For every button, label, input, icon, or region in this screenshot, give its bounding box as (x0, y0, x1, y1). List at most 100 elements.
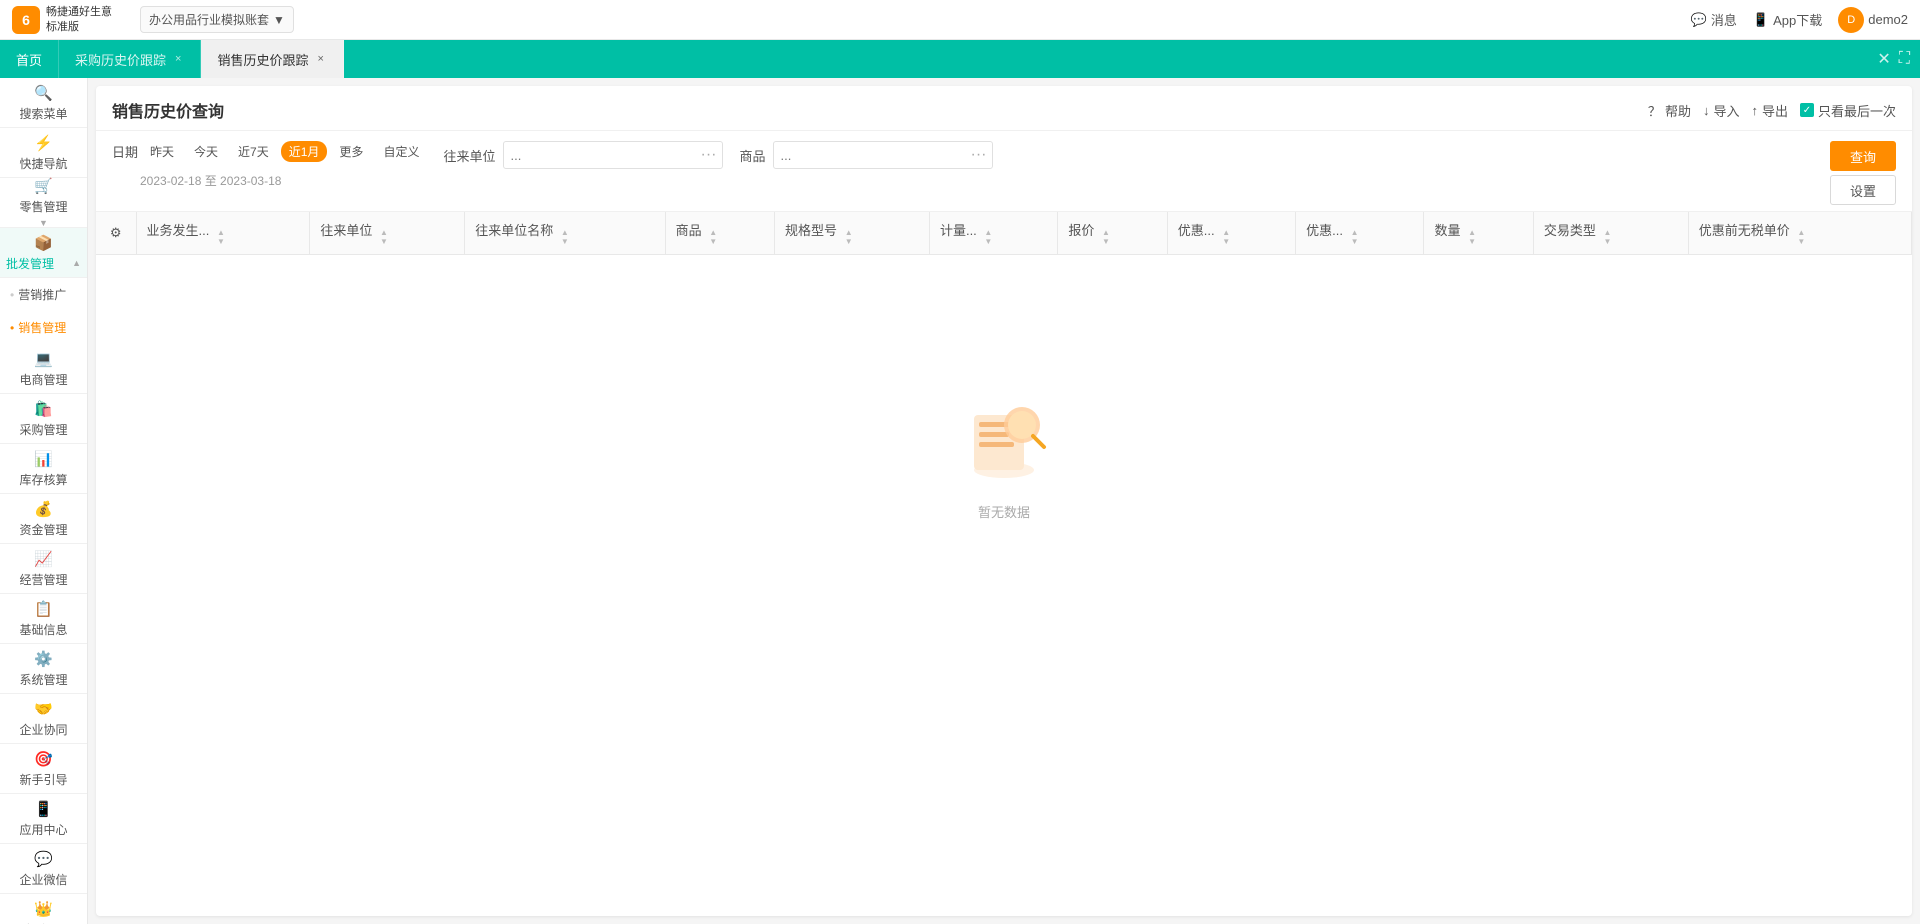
sidebar-item-ecom[interactable]: 💻 电商管理 (0, 344, 87, 394)
sort-counter-party: ▲▼ (380, 229, 388, 246)
app-download-icon: 📱 (1753, 12, 1769, 28)
th-pretax-price[interactable]: 优惠前无税单价 ▲▼ (1688, 212, 1911, 255)
sidebar-item-enterprise[interactable]: 🤝 企业协同 (0, 694, 87, 744)
data-table: ⚙ 业务发生... ▲▼ 往来单位 ▲▼ 往来单位名称 (96, 212, 1912, 255)
sidebar-subitem-sales[interactable]: • 销售管理 (0, 311, 87, 344)
tab-bar-actions: ✕ ⛶ (1877, 49, 1920, 69)
goods-input-wrapper[interactable]: ··· (773, 141, 993, 169)
user-menu[interactable]: D demo2 (1838, 7, 1908, 33)
date-btn-yesterday[interactable]: 昨天 (142, 141, 182, 162)
th-biz-date[interactable]: 业务发生... ▲▼ (136, 212, 310, 255)
corp-wechat-icon: 💬 (34, 850, 53, 868)
purchase-icon: 🛍️ (34, 400, 53, 418)
sidebar-item-corp-wechat[interactable]: 💬 企业微信 (0, 844, 87, 894)
date-btn-7days[interactable]: 近7天 (230, 141, 277, 162)
date-filter-row: 日期 昨天 今天 近7天 近1月 更多 自定义 (112, 141, 427, 162)
sidebar-item-operations[interactable]: 📈 经营管理 (0, 544, 87, 594)
tab-close-purchase[interactable]: × (172, 52, 184, 66)
expand-icon: ▼ (39, 218, 48, 228)
goods-select-icon[interactable]: ··· (971, 146, 987, 164)
sidebar-item-wholesale[interactable]: 📦 批发管理 ▲ (0, 228, 87, 278)
sort-biz-date: ▲▼ (217, 229, 225, 246)
sidebar-item-system[interactable]: ⚙️ 系统管理 (0, 644, 87, 694)
tab-close-sales[interactable]: × (314, 52, 326, 66)
dot-active-icon: • (10, 321, 14, 335)
query-button[interactable]: 查询 (1830, 141, 1896, 171)
import-icon: ↓ (1703, 103, 1710, 118)
date-btn-more[interactable]: 更多 (331, 141, 371, 162)
sidebar-subitem-marketing[interactable]: • 营销推广 (0, 278, 87, 311)
page-container: 销售历史价查询 ？ 帮助 ↓ 导入 ↑ 导出 ✓ (96, 86, 1912, 916)
sort-pretax-price: ▲▼ (1797, 229, 1805, 246)
sidebar-item-retail[interactable]: 🛒 零售管理 ▼ (0, 178, 87, 228)
th-goods[interactable]: 商品 ▲▼ (665, 212, 774, 255)
avatar: D (1838, 7, 1864, 33)
th-price[interactable]: 报价 ▲▼ (1058, 212, 1167, 255)
tab-list: 首页 采购历史价跟踪 × 销售历史价跟踪 × (0, 40, 344, 78)
th-trade-type[interactable]: 交易类型 ▲▼ (1533, 212, 1688, 255)
finance-icon: 💰 (34, 500, 53, 518)
app-selector[interactable]: 办公用品行业模拟账套 ▼ (140, 6, 294, 33)
top-header: 6 畅捷通好生意 标准版 办公用品行业模拟账套 ▼ 💬 消息 📱 App下载 D… (0, 0, 1920, 40)
th-discount2[interactable]: 优惠... ▲▼ (1296, 212, 1424, 255)
sidebar-item-search-menu[interactable]: 🔍 搜索菜单 (0, 78, 87, 128)
th-discount1[interactable]: 优惠... ▲▼ (1167, 212, 1295, 255)
goods-input[interactable] (780, 148, 966, 163)
table-area: ⚙ 业务发生... ▲▼ 往来单位 ▲▼ 往来单位名称 (96, 212, 1912, 916)
date-btn-today[interactable]: 今天 (186, 141, 226, 162)
message-btn[interactable]: 💬 消息 (1691, 10, 1737, 29)
date-btn-1month[interactable]: 近1月 (281, 141, 328, 162)
date-btn-custom[interactable]: 自定义 (375, 141, 427, 162)
dot-icon: • (10, 288, 14, 302)
enterprise-icon: 🤝 (34, 700, 53, 718)
empty-state: 暂无数据 (96, 255, 1912, 655)
search-icon: 🔍 (34, 84, 53, 102)
settings-button[interactable]: 设置 (1830, 175, 1896, 205)
counter-party-input[interactable] (510, 148, 696, 163)
th-unit[interactable]: 计量... ▲▼ (929, 212, 1057, 255)
sidebar-item-new-guide[interactable]: 🎯 新手引导 (0, 744, 87, 794)
sidebar-item-finance[interactable]: 💰 资金管理 (0, 494, 87, 544)
page-title: 销售历史价查询 (112, 98, 224, 122)
help-icon: ？ (1648, 101, 1661, 120)
help-btn[interactable]: ？ 帮助 (1648, 101, 1691, 120)
page-header: 销售历史价查询 ？ 帮助 ↓ 导入 ↑ 导出 ✓ (96, 86, 1912, 131)
th-spec[interactable]: 规格型号 ▲▼ (775, 212, 930, 255)
checkbox-checked-icon: ✓ (1800, 103, 1814, 117)
export-btn[interactable]: ↑ 导出 (1751, 101, 1788, 120)
sidebar-item-app-center[interactable]: 📱 应用中心 (0, 794, 87, 844)
tab-purchase-history[interactable]: 采购历史价跟踪 × (59, 40, 201, 78)
content-area: 销售历史价查询 ？ 帮助 ↓ 导入 ↑ 导出 ✓ (88, 78, 1920, 924)
th-qty[interactable]: 数量 ▲▼ (1424, 212, 1533, 255)
th-settings[interactable]: ⚙ (96, 212, 136, 255)
sidebar-item-basic-info[interactable]: 📋 基础信息 (0, 594, 87, 644)
last-only-checkbox[interactable]: ✓ 只看最后一次 (1800, 101, 1896, 120)
sidebar-item-inventory[interactable]: 📊 库存核算 (0, 444, 87, 494)
counter-party-input-wrapper[interactable]: ··· (503, 141, 723, 169)
sidebar-item-vip[interactable]: 👑 畅会员 (0, 894, 87, 924)
goods-filter: 商品 ··· (739, 141, 993, 169)
system-icon: ⚙️ (34, 650, 53, 668)
tab-home[interactable]: 首页 (0, 40, 59, 78)
logo-icon: 6 (12, 6, 40, 34)
sidebar: 🔍 搜索菜单 ⚡ 快捷导航 🛒 零售管理 ▼ 📦 批发管理 ▲ • 营销推广 •… (0, 78, 88, 924)
sidebar-item-purchase[interactable]: 🛍️ 采购管理 (0, 394, 87, 444)
vip-icon: 👑 (34, 900, 53, 918)
import-btn[interactable]: ↓ 导入 (1703, 101, 1740, 120)
tab-bar: 首页 采购历史价跟踪 × 销售历史价跟踪 × ✕ ⛶ (0, 40, 1920, 78)
retail-icon: 🛒 (34, 177, 53, 195)
th-counter-party[interactable]: 往来单位 ▲▼ (310, 212, 465, 255)
maximize-icon[interactable]: ⛶ (1899, 50, 1910, 68)
th-counter-party-name[interactable]: 往来单位名称 ▲▼ (465, 212, 665, 255)
sort-unit: ▲▼ (984, 229, 992, 246)
message-icon: 💬 (1691, 12, 1707, 28)
empty-icon (954, 390, 1054, 490)
app-download-btn[interactable]: 📱 App下载 (1753, 10, 1822, 29)
close-window-icon[interactable]: ✕ (1877, 49, 1890, 69)
logo-area: 6 畅捷通好生意 标准版 (12, 5, 112, 34)
sidebar-item-quick-nav[interactable]: ⚡ 快捷导航 (0, 128, 87, 178)
tab-sales-history[interactable]: 销售历史价跟踪 × (201, 40, 343, 78)
date-buttons: 昨天 今天 近7天 近1月 更多 自定义 (142, 141, 427, 162)
sort-price: ▲▼ (1102, 229, 1110, 246)
counter-party-select-icon[interactable]: ··· (700, 146, 716, 164)
